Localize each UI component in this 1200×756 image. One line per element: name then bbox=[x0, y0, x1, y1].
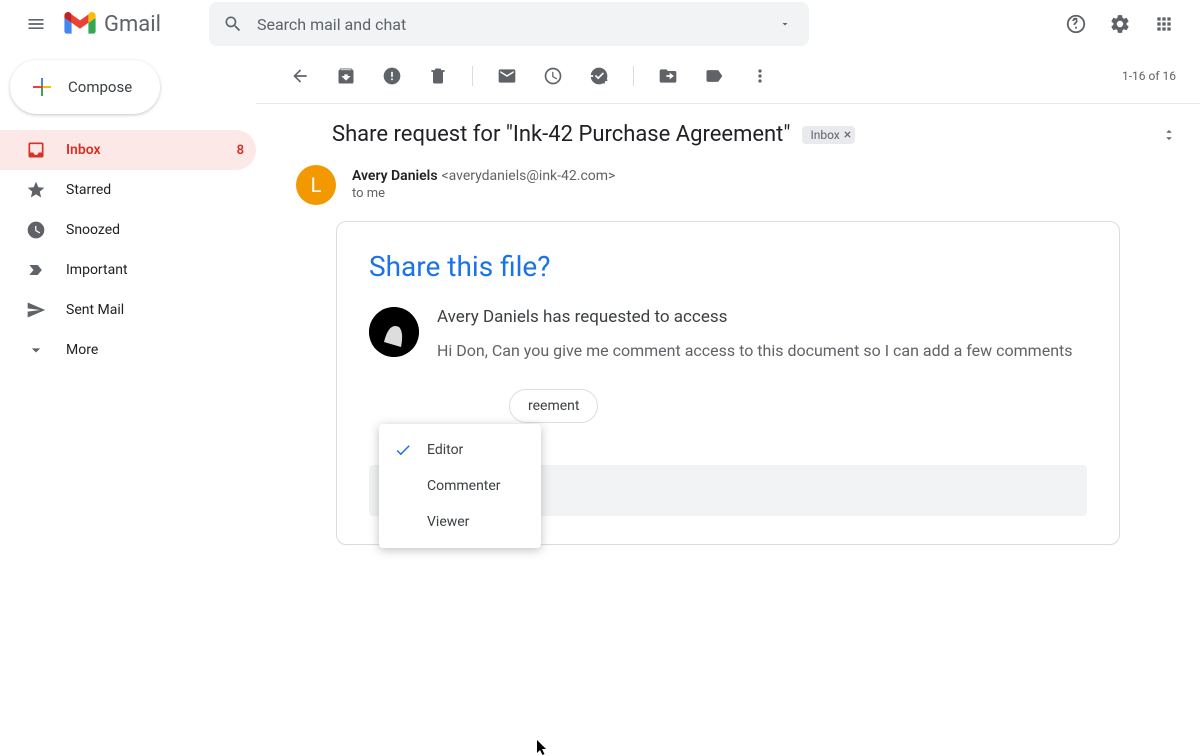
separator bbox=[633, 66, 634, 86]
clock-icon bbox=[26, 220, 46, 240]
email-subject: Share request for "Ink-42 Purchase Agree… bbox=[332, 122, 790, 147]
sidebar-item-important[interactable]: Important bbox=[0, 250, 256, 290]
document-chip[interactable]: reement bbox=[509, 389, 598, 423]
sidebar-item-starred[interactable]: Starred bbox=[0, 170, 256, 210]
request-line: Avery Daniels has requested to access bbox=[437, 307, 1087, 327]
sidebar: Compose Inbox 8 Starred Snoozed Importan… bbox=[0, 48, 256, 628]
app-title: Gmail bbox=[104, 12, 161, 37]
sender-avatar[interactable]: L bbox=[296, 165, 336, 205]
sidebar-item-label: Important bbox=[66, 262, 128, 278]
search-options-icon[interactable] bbox=[769, 8, 801, 40]
sidebar-item-label: More bbox=[66, 342, 98, 358]
star-icon bbox=[26, 180, 46, 200]
snooze-button[interactable] bbox=[533, 56, 573, 96]
sender-email: <averydaniels@ink-42.com> bbox=[442, 168, 616, 184]
labels-button[interactable] bbox=[694, 56, 734, 96]
mark-unread-button[interactable] bbox=[487, 56, 527, 96]
expand-collapse-button[interactable] bbox=[1162, 125, 1176, 145]
request-message: Hi Don, Can you give me comment access t… bbox=[437, 339, 1087, 363]
inbox-icon bbox=[26, 140, 46, 160]
add-task-button[interactable] bbox=[579, 56, 619, 96]
check-icon bbox=[393, 440, 413, 460]
search-input[interactable] bbox=[257, 15, 761, 34]
requester-avatar bbox=[369, 307, 419, 357]
chip-remove-icon[interactable]: × bbox=[844, 128, 851, 142]
help-icon[interactable] bbox=[1056, 4, 1096, 44]
pagination: 1-16 of 16 bbox=[1122, 69, 1176, 83]
archive-button[interactable] bbox=[326, 56, 366, 96]
move-button[interactable] bbox=[648, 56, 688, 96]
search-bar[interactable] bbox=[209, 2, 809, 46]
gmail-logo[interactable]: Gmail bbox=[64, 12, 161, 37]
important-icon bbox=[26, 260, 46, 280]
sidebar-item-label: Starred bbox=[66, 182, 111, 198]
settings-icon[interactable] bbox=[1100, 4, 1140, 44]
delete-button[interactable] bbox=[418, 56, 458, 96]
apps-icon[interactable] bbox=[1144, 4, 1184, 44]
sidebar-item-label: Inbox bbox=[66, 142, 101, 158]
more-button[interactable] bbox=[740, 56, 780, 96]
search-icon[interactable] bbox=[217, 8, 249, 40]
back-button[interactable] bbox=[280, 56, 320, 96]
recipient-line: to me bbox=[352, 186, 615, 201]
menu-icon[interactable] bbox=[16, 4, 56, 44]
inbox-badge: 8 bbox=[237, 143, 244, 158]
share-card: Share this file? Avery Daniels has reque… bbox=[336, 221, 1120, 545]
sidebar-item-inbox[interactable]: Inbox 8 bbox=[0, 130, 256, 170]
sidebar-item-label: Snoozed bbox=[66, 222, 120, 238]
dropdown-option-viewer[interactable]: Viewer bbox=[379, 504, 541, 540]
dropdown-option-commenter[interactable]: Commenter bbox=[379, 468, 541, 504]
spam-button[interactable] bbox=[372, 56, 412, 96]
separator bbox=[472, 66, 473, 86]
dropdown-option-editor[interactable]: Editor bbox=[379, 432, 541, 468]
label-chip[interactable]: Inbox × bbox=[802, 126, 855, 144]
email-toolbar: 1-16 of 16 bbox=[256, 48, 1200, 104]
gmail-m-icon bbox=[64, 12, 96, 36]
compose-button[interactable]: Compose bbox=[10, 60, 160, 114]
role-dropdown: Editor Commenter Viewer bbox=[379, 424, 541, 548]
card-title: Share this file? bbox=[369, 250, 1087, 283]
compose-label: Compose bbox=[68, 78, 132, 96]
sidebar-item-snoozed[interactable]: Snoozed bbox=[0, 210, 256, 250]
sender-name: Avery Daniels bbox=[352, 168, 438, 184]
send-icon bbox=[26, 300, 46, 320]
plus-icon bbox=[30, 75, 54, 99]
sidebar-item-sent[interactable]: Sent Mail bbox=[0, 290, 256, 330]
sidebar-item-more[interactable]: More bbox=[0, 330, 256, 370]
mouse-cursor-icon bbox=[537, 740, 549, 756]
content-area: 1-16 of 16 Share request for "Ink-42 Pur… bbox=[256, 48, 1200, 628]
chevron-down-icon bbox=[26, 340, 46, 360]
sidebar-item-label: Sent Mail bbox=[66, 302, 124, 318]
